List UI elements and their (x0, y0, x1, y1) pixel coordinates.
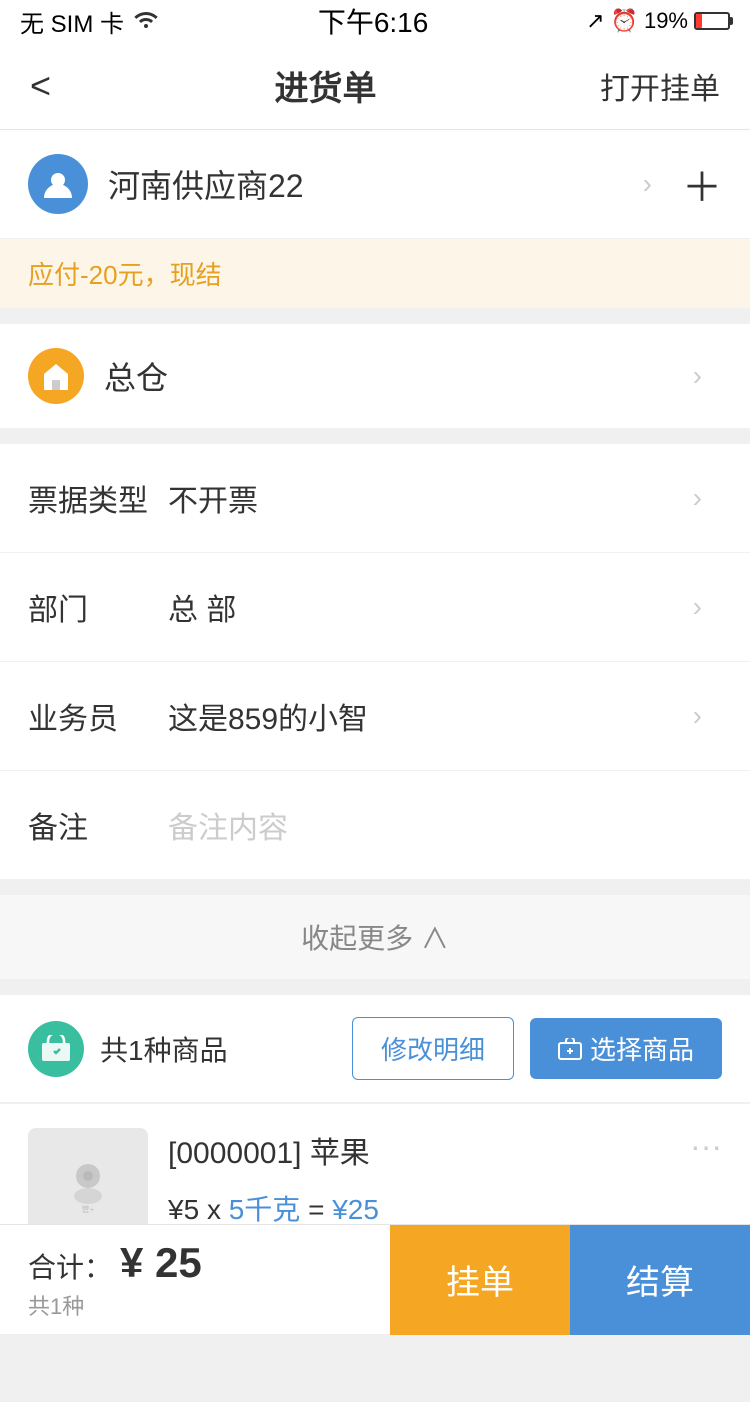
product-price: ¥5 x 5千克 = ¥25 (168, 1188, 670, 1228)
edit-detail-button[interactable]: 修改明细 (352, 1017, 514, 1080)
product-count: 共1种商品 (100, 1029, 336, 1069)
remark-label: 备注 (28, 803, 168, 847)
product-more-button[interactable]: ··· (690, 1128, 722, 1165)
department-label: 部门 (28, 585, 168, 629)
product-header: 共1种商品 修改明细 选择商品 (0, 995, 750, 1102)
total-amount: ¥ 25 (120, 1239, 202, 1287)
battery-percentage: 19% (644, 8, 688, 34)
open-hang-button[interactable]: 打开挂单 (600, 64, 720, 108)
nav-bar: < 进货单 打开挂单 (0, 42, 750, 130)
alarm-icon: ⏰ (611, 8, 638, 34)
supplier-notice: 应付-20元，现结 (0, 239, 750, 308)
status-time: 下午6:16 (318, 1, 429, 41)
product-name: [0000001] 苹果 (168, 1128, 670, 1172)
separator (0, 308, 750, 324)
form-section: 票据类型 不开票 › 部门 总 部 › 业务员 这是859的小智 › 备注 备注… (0, 444, 750, 879)
total-section: 合计： ¥ 25 共1种 (0, 1239, 390, 1321)
svg-text:管+: 管+ (82, 1204, 95, 1214)
supplier-avatar (28, 154, 88, 214)
remark-row[interactable]: 备注 备注内容 (0, 771, 750, 879)
main-content: 河南供应商22 › ＋ 应付-20元，现结 总仓 › 票据类型 不开票 › 部门… (0, 130, 750, 1402)
select-product-button[interactable]: 选择商品 (530, 1018, 722, 1079)
warehouse-name: 总仓 (104, 353, 693, 399)
warehouse-row[interactable]: 总仓 › (0, 324, 750, 428)
carrier-text: 无 SIM 卡 (20, 4, 124, 39)
total-sub: 共1种 (28, 1289, 362, 1321)
ticket-type-row[interactable]: 票据类型 不开票 › (0, 444, 750, 553)
collapse-label: 收起更多 ∧ (301, 917, 449, 957)
wifi-icon (132, 7, 160, 36)
add-button[interactable]: ＋ (682, 155, 722, 213)
warehouse-chevron-icon: › (693, 360, 702, 392)
salesperson-value: 这是859的小智 (168, 694, 693, 738)
department-value: 总 部 (168, 585, 693, 629)
status-bar: 无 SIM 卡 下午6:16 ↗ ⏰ 19% (0, 0, 750, 42)
salesperson-label: 业务员 (28, 694, 168, 738)
warehouse-icon (28, 348, 84, 404)
hang-button[interactable]: 挂单 (390, 1225, 570, 1335)
remark-placeholder[interactable]: 备注内容 (168, 803, 722, 847)
ticket-type-chevron-icon: › (693, 482, 702, 514)
salesperson-chevron-icon: › (693, 700, 702, 732)
settle-button[interactable]: 结算 (570, 1225, 750, 1335)
page-title: 进货单 (275, 61, 377, 110)
qty-value: 5千克 (229, 1194, 301, 1225)
supplier-row[interactable]: 河南供应商22 › ＋ (0, 130, 750, 239)
product-title: 苹果 (310, 1137, 370, 1170)
supplier-chevron-icon: › (643, 168, 652, 200)
battery-icon (694, 12, 730, 30)
bottom-bar: 合计： ¥ 25 共1种 挂单 结算 (0, 1224, 750, 1334)
salesperson-row[interactable]: 业务员 这是859的小智 › (0, 662, 750, 771)
collapse-row[interactable]: 收起更多 ∧ (0, 895, 750, 979)
status-right: ↗ ⏰ 19% (586, 8, 730, 34)
back-button[interactable]: < (30, 65, 51, 107)
price-value: ¥5 (168, 1194, 199, 1225)
product-code: [0000001] (168, 1137, 301, 1170)
supplier-name: 河南供应商22 (108, 161, 643, 207)
total-label: 合计： ¥ 25 (28, 1239, 362, 1287)
total-value: ¥25 (332, 1194, 379, 1225)
product-icon (28, 1021, 84, 1077)
status-left: 无 SIM 卡 (20, 4, 160, 39)
supplier-section: 河南供应商22 › ＋ 应付-20元，现结 (0, 130, 750, 308)
product-info: [0000001] 苹果 ¥5 x 5千克 = ¥25 (168, 1128, 670, 1228)
ticket-type-value: 不开票 (168, 476, 693, 520)
department-chevron-icon: › (693, 591, 702, 623)
department-row[interactable]: 部门 总 部 › (0, 553, 750, 662)
ticket-type-label: 票据类型 (28, 476, 168, 520)
location-icon: ↗ (586, 8, 604, 34)
select-product-label: 选择商品 (590, 1030, 694, 1067)
